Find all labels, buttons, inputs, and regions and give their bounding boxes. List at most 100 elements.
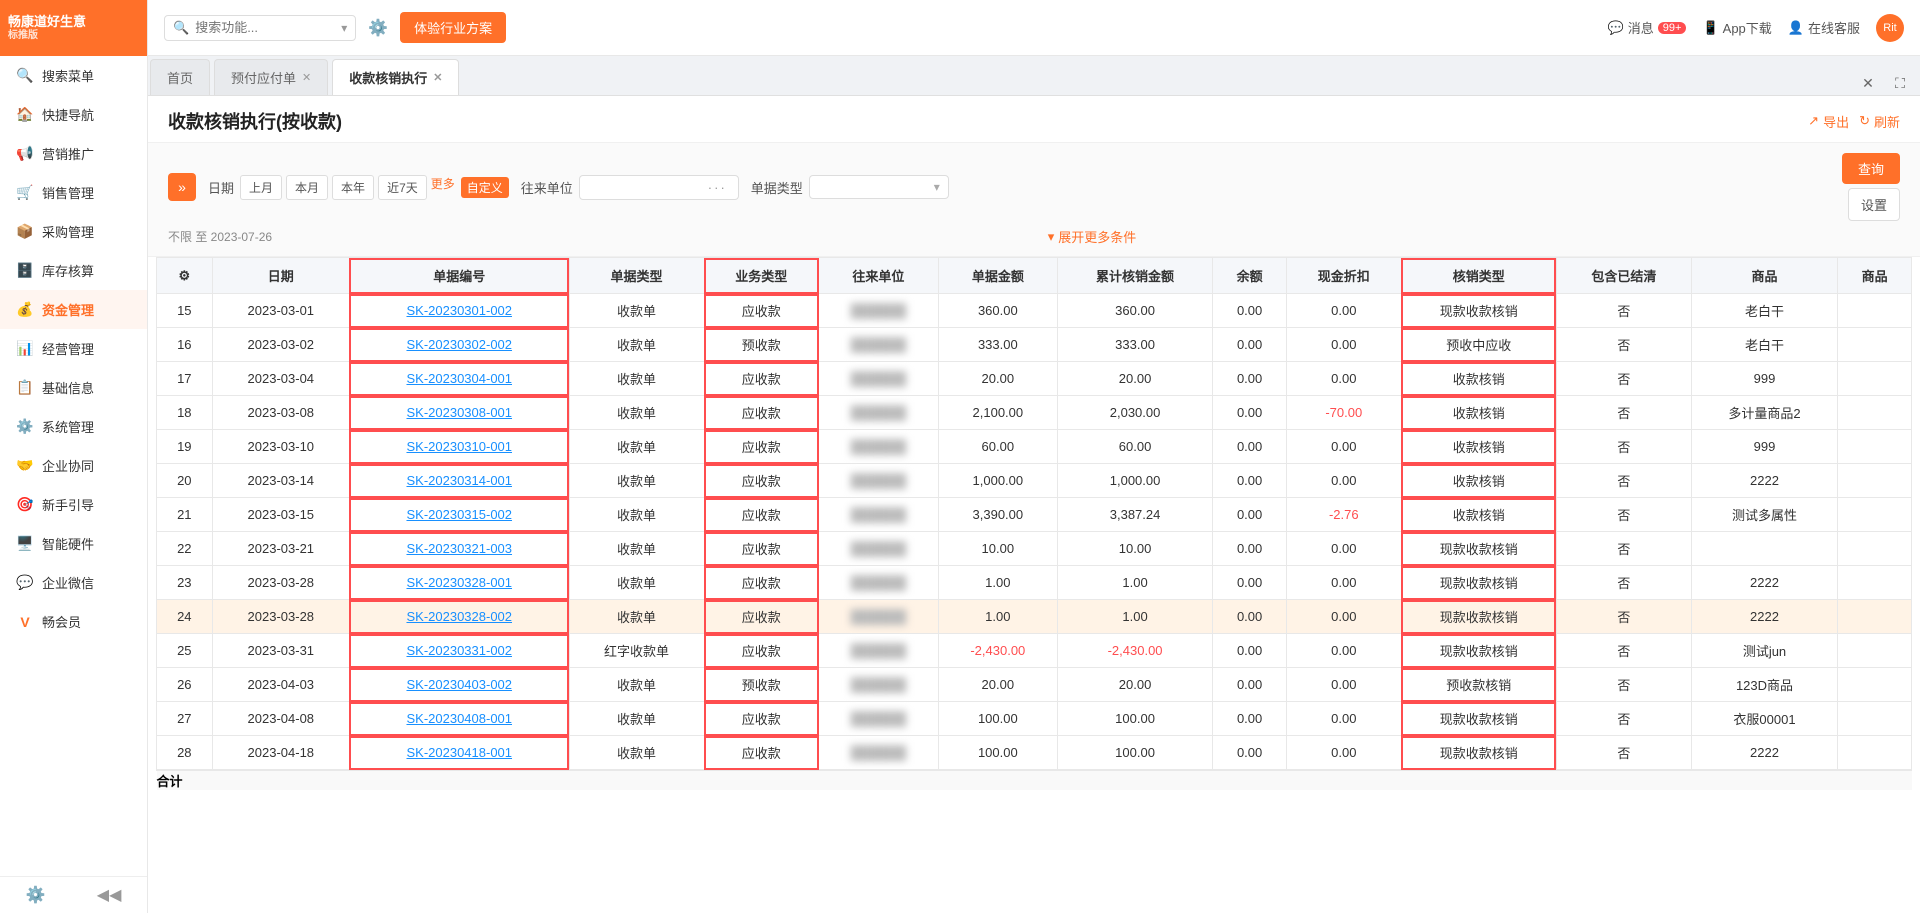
filter-setting-button[interactable]: 设置: [1848, 188, 1900, 221]
cell-no: 18: [157, 396, 213, 430]
filter-counterparty-dots[interactable]: ···: [708, 180, 727, 195]
cell-counterparty: ██████: [819, 396, 939, 430]
order-no-link[interactable]: SK-20230304-001: [406, 371, 512, 386]
tab-home[interactable]: 首页: [150, 59, 210, 95]
sidebar-item-hardware[interactable]: 🖥️ 智能硬件: [0, 524, 147, 563]
user-avatar[interactable]: Rit: [1876, 14, 1904, 42]
filter-date-more[interactable]: 更多: [431, 175, 455, 200]
sidebar-item-basics[interactable]: 📋 基础信息: [0, 368, 147, 407]
finance-icon: 💰: [16, 301, 34, 319]
filter-counterparty-input[interactable]: [588, 180, 708, 195]
col-balance: 余额: [1213, 258, 1287, 294]
order-no-link[interactable]: SK-20230314-001: [406, 473, 512, 488]
sidebar-item-operations[interactable]: 📊 经营管理: [0, 329, 147, 368]
query-button[interactable]: 查询: [1842, 153, 1900, 184]
tab-writeoff-close[interactable]: ✕: [433, 71, 442, 84]
cell-date: 2023-04-18: [212, 736, 349, 771]
order-no-link[interactable]: SK-20230315-002: [406, 507, 512, 522]
filter-date-7days[interactable]: 近7天: [378, 175, 427, 200]
message-item[interactable]: 💬 消息 99+: [1608, 18, 1687, 37]
sidebar-item-search[interactable]: 🔍 搜索菜单: [0, 56, 147, 95]
cell-product2: [1838, 464, 1912, 498]
tab-writeoff[interactable]: 收款核销执行 ✕: [332, 59, 459, 95]
online-service-item[interactable]: 👤 在线客服: [1788, 18, 1860, 37]
cell-counterparty: ██████: [819, 294, 939, 328]
refresh-button[interactable]: ↻ 刷新: [1859, 112, 1900, 131]
table-wrapper: ⚙ 日期 单据编号 单据类型 业务类型 往来单位 单据金额 累计核销金额 余额 …: [148, 257, 1920, 913]
cell-product1: 2222: [1691, 736, 1837, 771]
topbar: 🔍 ▾ ⚙️ 体验行业方案 💬 消息 99+ 📱 App下载 👤 在线客服 Ri…: [148, 0, 1920, 56]
sidebar-label-member: 畅会员: [42, 612, 81, 631]
tab-close-all-icon[interactable]: ✕: [1856, 71, 1880, 95]
sidebar-label-inventory: 库存核算: [42, 261, 94, 280]
order-no-link[interactable]: SK-20230418-001: [406, 745, 512, 760]
sidebar-item-newbie[interactable]: 🎯 新手引导: [0, 485, 147, 524]
filter-custom-badge[interactable]: 自定义: [461, 177, 509, 198]
sidebar-item-wechat[interactable]: 💬 企业微信: [0, 563, 147, 602]
sidebar-item-system[interactable]: ⚙️ 系统管理: [0, 407, 147, 446]
solution-button[interactable]: 体验行业方案: [400, 12, 506, 43]
message-label: 消息: [1628, 18, 1654, 37]
sidebar-item-inventory[interactable]: 🗄️ 库存核算: [0, 251, 147, 290]
order-no-link[interactable]: SK-20230328-001: [406, 575, 512, 590]
counterparty-value: ██████: [851, 507, 906, 522]
sidebar-item-marketing[interactable]: 📢 营销推广: [0, 134, 147, 173]
expand-more-button[interactable]: ▾ 展开更多条件: [1048, 227, 1137, 246]
order-no-link[interactable]: SK-20230321-003: [406, 541, 512, 556]
tab-expand-icon[interactable]: ⛶: [1888, 71, 1912, 95]
sidebar-item-enterprise[interactable]: 🤝 企业协同: [0, 446, 147, 485]
filter-date-last-month[interactable]: 上月: [240, 175, 282, 200]
sidebar-item-finance[interactable]: 💰 资金管理: [0, 290, 147, 329]
sidebar-item-member[interactable]: V 畅会员: [0, 602, 147, 641]
filter-date-this-month[interactable]: 本月: [286, 175, 328, 200]
sidebar-item-quick-nav[interactable]: 🏠 快捷导航: [0, 95, 147, 134]
order-no-link[interactable]: SK-20230328-002: [406, 609, 512, 624]
cell-accumulated: 20.00: [1057, 362, 1212, 396]
order-no-link[interactable]: SK-20230331-002: [406, 643, 512, 658]
cell-no: 19: [157, 430, 213, 464]
sidebar-item-sales[interactable]: 🛒 销售管理: [0, 173, 147, 212]
sidebar-item-purchase[interactable]: 📦 采购管理: [0, 212, 147, 251]
filter-bar: » 日期 上月 本月 本年 近7天 更多 自定义 往来单位: [148, 143, 1920, 257]
order-no-link[interactable]: SK-20230408-001: [406, 711, 512, 726]
order-no-link[interactable]: SK-20230310-001: [406, 439, 512, 454]
filter-date-this-year[interactable]: 本年: [332, 175, 374, 200]
cell-accumulated: 1.00: [1057, 600, 1212, 634]
settings-bottom-icon[interactable]: ⚙️: [26, 885, 46, 905]
cell-discount: 0.00: [1287, 532, 1402, 566]
topbar-dropdown-icon[interactable]: ▾: [341, 21, 347, 35]
cell-writeoff-type: 收款核销: [1401, 498, 1556, 532]
cell-product1: [1691, 532, 1837, 566]
filter-order-type-select[interactable]: ▾: [809, 175, 949, 199]
cell-product1: 老白干: [1691, 294, 1837, 328]
order-no-link[interactable]: SK-20230302-002: [406, 337, 512, 352]
cell-discount: -2.76: [1287, 498, 1402, 532]
filter-expand-button[interactable]: »: [168, 173, 196, 201]
cell-writeoff-type: 现款收款核销: [1401, 702, 1556, 736]
counterparty-value: ██████: [851, 439, 906, 454]
cell-order-type: 收款单: [569, 294, 704, 328]
topbar-search-input[interactable]: [195, 20, 335, 35]
cell-product1: 2222: [1691, 600, 1837, 634]
cell-accumulated: 100.00: [1057, 736, 1212, 771]
topbar-gear-icon[interactable]: ⚙️: [368, 18, 388, 38]
app-download-item[interactable]: 📱 App下载: [1702, 18, 1771, 37]
cell-product1: 999: [1691, 362, 1837, 396]
sidebar-label-purchase: 采购管理: [42, 222, 94, 241]
tab-prepay[interactable]: 预付应付单 ✕: [214, 59, 328, 95]
tab-prepay-close[interactable]: ✕: [302, 71, 311, 84]
counterparty-value: ██████: [851, 541, 906, 556]
order-no-link[interactable]: SK-20230403-002: [406, 677, 512, 692]
col-settings[interactable]: ⚙: [157, 258, 213, 294]
export-button[interactable]: ↗ 导出: [1808, 112, 1849, 131]
table-row: 28 2023-04-18 SK-20230418-001 收款单 应收款 ██…: [157, 736, 1912, 771]
cell-product1: 123D商品: [1691, 668, 1837, 702]
counterparty-value: ██████: [851, 303, 906, 318]
cell-writeoff-type: 预收款核销: [1401, 668, 1556, 702]
order-no-link[interactable]: SK-20230308-001: [406, 405, 512, 420]
topbar-right: 💬 消息 99+ 📱 App下载 👤 在线客服 Rit: [1608, 14, 1904, 42]
collapse-sidebar-icon[interactable]: ◀◀: [97, 885, 122, 905]
order-no-link[interactable]: SK-20230301-002: [406, 303, 512, 318]
filter-date-group: 日期 上月 本月 本年 近7天 更多 自定义: [208, 175, 509, 200]
sidebar-label-operations: 经营管理: [42, 339, 94, 358]
